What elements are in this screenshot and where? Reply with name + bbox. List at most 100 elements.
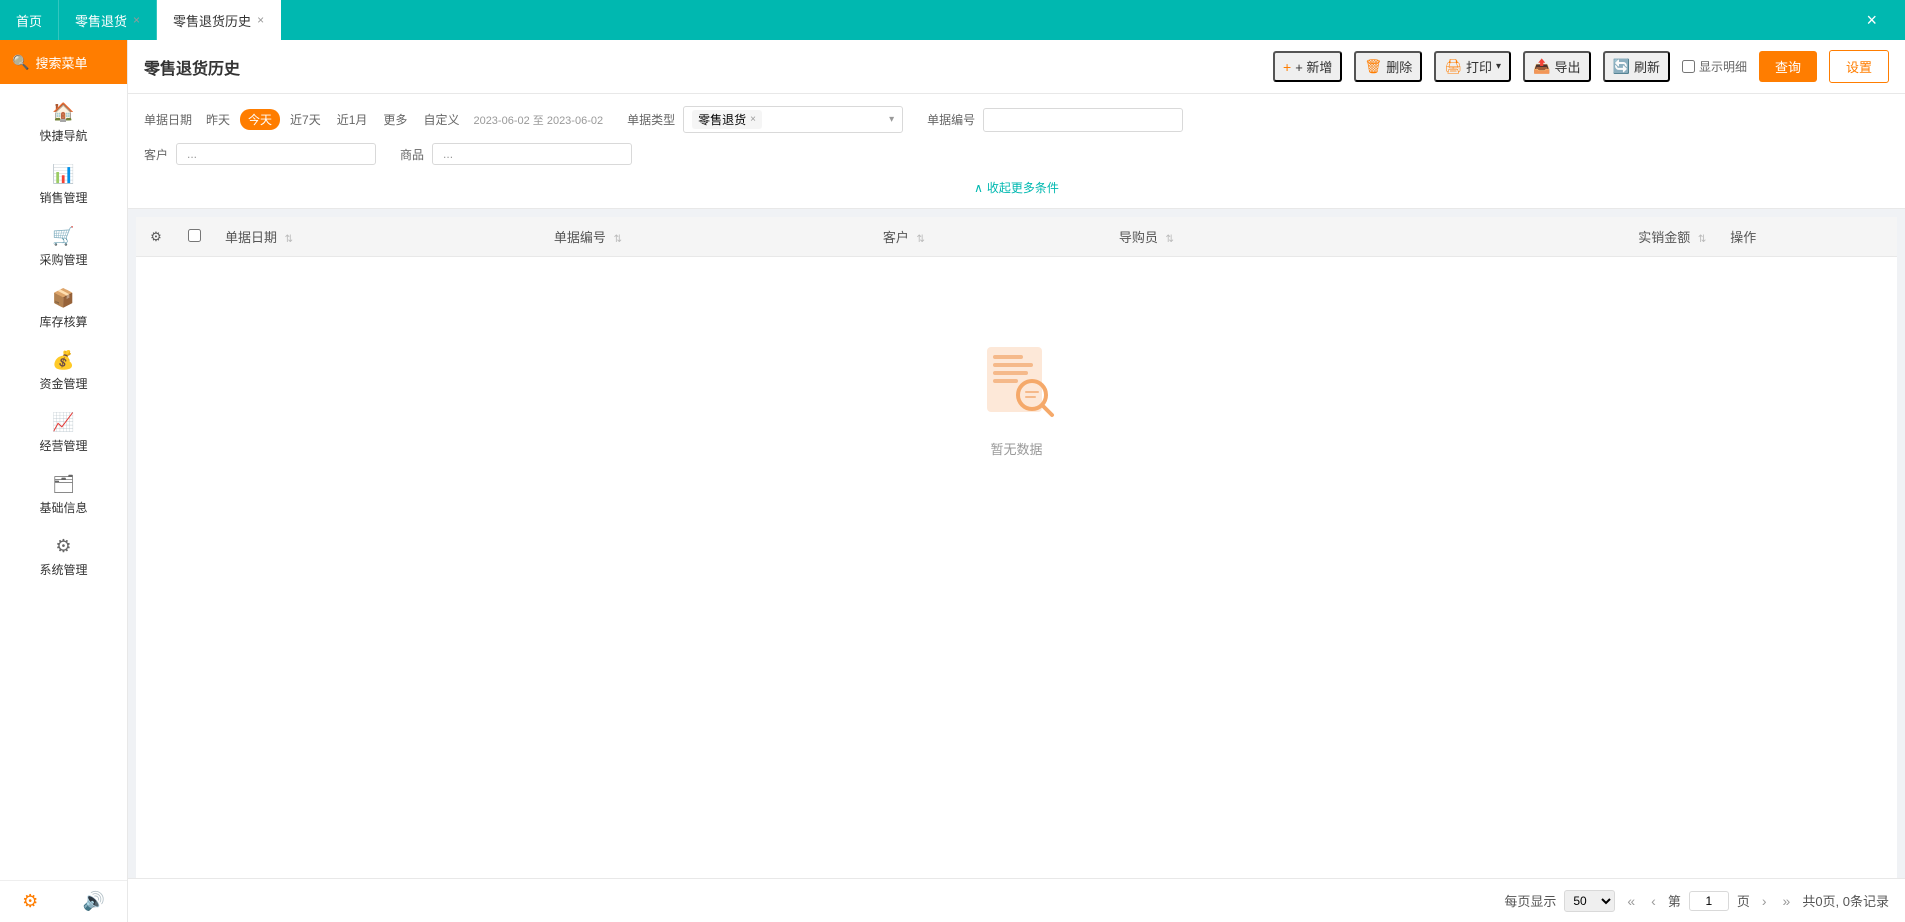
sidebar-bottom: ⚙ 🔊 (0, 880, 127, 922)
sidebar-item-finance-label: 资金管理 (39, 375, 87, 392)
voucher-no-input[interactable] (983, 108, 1183, 132)
col-amount-label: 实销金额 (1638, 230, 1690, 245)
col-customer: 客户 ⇅ (871, 217, 1107, 257)
operations-icon: 📈 (52, 412, 74, 433)
tab-retail-return-history[interactable]: 零售退货历史 × (157, 0, 281, 40)
header-actions: + + 新增 🗑 删除 🖨 打印 ▾ 📤 导出 🔄 (1273, 50, 1889, 83)
filter-voucher-no: 单据编号 (927, 108, 1183, 132)
empty-state: 暂无数据 (136, 257, 1897, 538)
page-nav-next[interactable]: › (1758, 891, 1771, 911)
voucher-type-tag-remove[interactable]: × (750, 114, 756, 125)
customer-select-btn[interactable]: ... (176, 143, 376, 165)
show-detail-label[interactable]: 显示明细 (1682, 58, 1747, 75)
goods-select-btn[interactable]: ... (432, 143, 632, 165)
col-customer-label: 客户 (883, 230, 909, 245)
date-custom[interactable]: 自定义 (417, 109, 465, 130)
main-layout: 🔍 搜索菜单 🏠 快捷导航 📊 销售管理 🛒 采购管理 📦 库存核算 💰 (0, 40, 1905, 922)
sidebar-item-basic-info-label: 基础信息 (39, 499, 87, 516)
col-guide-label: 导购员 (1119, 230, 1158, 245)
inventory-icon: 📦 (52, 288, 74, 309)
filter-customer: 客户 ... (144, 143, 376, 165)
sidebar-item-system-mgmt[interactable]: ⚙ 系统管理 (0, 526, 127, 588)
sidebar-item-inventory[interactable]: 📦 库存核算 (0, 278, 127, 340)
sidebar-items: 🏠 快捷导航 📊 销售管理 🛒 采购管理 📦 库存核算 💰 资金管理 📈 (0, 84, 127, 880)
col-guide-sort[interactable]: ⇅ (1165, 234, 1173, 245)
voucher-type-tag-text: 零售退货 (698, 111, 746, 128)
set-button[interactable]: 设置 (1829, 50, 1889, 83)
col-amount: 实销金额 ⇅ (1389, 217, 1718, 257)
col-customer-sort[interactable]: ⇅ (916, 234, 924, 245)
col-date: 单据日期 ⇅ (213, 217, 542, 257)
filter-row-1: 单据日期 昨天 今天 近7天 近1月 更多 自定义 2023-06-02 至 2… (144, 106, 1889, 133)
page-label: 第 (1668, 891, 1681, 910)
delete-button[interactable]: 🗑 删除 (1354, 51, 1422, 82)
search-menu-label: 搜索菜单 (35, 53, 87, 72)
tab-home-label: 首页 (16, 11, 42, 30)
sidebar-item-purchase-mgmt[interactable]: 🛒 采购管理 (0, 216, 127, 278)
page-nav-last[interactable]: » (1779, 891, 1795, 911)
date-7days[interactable]: 近7天 (284, 109, 327, 130)
export-label: 导出 (1554, 57, 1580, 76)
tab-retail-return[interactable]: 零售退货 × (59, 0, 157, 40)
delete-label: 删除 (1386, 57, 1412, 76)
tab-retail-return-close[interactable]: × (133, 13, 140, 27)
filter-goods: 商品 ... (400, 143, 632, 165)
quick-nav-icon: 🏠 (52, 102, 74, 123)
tab-home[interactable]: 首页 (0, 0, 59, 40)
voucher-type-arrow: ▾ (889, 114, 894, 125)
print-button[interactable]: 🖨 打印 ▾ (1434, 51, 1511, 82)
collapse-row: ∧ 收起更多条件 (144, 175, 1889, 200)
window-close-btn[interactable]: × (1854, 10, 1889, 31)
date-yesterday[interactable]: 昨天 (200, 109, 236, 130)
show-detail-checkbox[interactable] (1682, 60, 1695, 73)
voucher-no-label: 单据编号 (927, 111, 975, 128)
page-nav-first[interactable]: « (1623, 891, 1639, 911)
date-today[interactable]: 今天 (240, 109, 280, 130)
date-1month[interactable]: 近1月 (331, 109, 374, 130)
sidebar-item-sales-mgmt[interactable]: 📊 销售管理 (0, 154, 127, 216)
tab-list: 首页 零售退货 × 零售退货历史 × (0, 0, 1854, 40)
new-icon: + (1283, 59, 1291, 75)
content-area: 零售退货历史 + + 新增 🗑 删除 🖨 打印 ▾ 📤 导出 (128, 40, 1905, 922)
query-button[interactable]: 查询 (1759, 51, 1817, 82)
total-info: 共0页, 0条记录 (1802, 891, 1889, 910)
search-menu[interactable]: 🔍 搜索菜单 (0, 40, 127, 84)
sidebar-item-inventory-label: 库存核算 (39, 313, 87, 330)
col-amount-sort[interactable]: ⇅ (1698, 234, 1706, 245)
voucher-type-label: 单据类型 (627, 111, 675, 128)
voucher-type-tag: 零售退货 × (692, 110, 762, 129)
voucher-type-select[interactable]: 零售退货 × ▾ (683, 106, 903, 133)
date-more[interactable]: 更多 (377, 109, 413, 130)
page-unit: 页 (1737, 891, 1750, 910)
sidebar-audio-btn[interactable]: 🔊 (82, 891, 104, 912)
col-check[interactable] (176, 217, 213, 257)
filter-area: 单据日期 昨天 今天 近7天 近1月 更多 自定义 2023-06-02 至 2… (128, 94, 1905, 209)
sidebar-item-basic-info[interactable]: 🗂 基础信息 (0, 464, 127, 526)
top-bar: 首页 零售退货 × 零售退货历史 × × (0, 0, 1905, 40)
collapse-btn[interactable]: ∧ 收起更多条件 (974, 179, 1059, 196)
collapse-label: 收起更多条件 (987, 179, 1059, 196)
page-input[interactable] (1689, 891, 1729, 911)
col-no-sort[interactable]: ⇅ (614, 234, 622, 245)
data-table: ⚙ 单据日期 ⇅ 单据编号 ⇅ (136, 217, 1897, 538)
refresh-icon: 🔄 (1613, 58, 1630, 75)
sidebar-settings-btn[interactable]: ⚙ (22, 891, 38, 912)
sidebar-item-operations[interactable]: 📈 经营管理 (0, 402, 127, 464)
tab-retail-return-history-close[interactable]: × (257, 13, 264, 27)
export-button[interactable]: 📤 导出 (1523, 51, 1590, 82)
col-settings[interactable]: ⚙ (136, 217, 176, 257)
select-all-checkbox[interactable] (188, 229, 201, 242)
export-icon: 📤 (1533, 58, 1550, 75)
refresh-button[interactable]: 🔄 刷新 (1603, 51, 1670, 82)
filter-voucher-type: 单据类型 零售退货 × ▾ (627, 106, 903, 133)
sidebar-item-quick-nav[interactable]: 🏠 快捷导航 (0, 92, 127, 154)
table-body: 暂无数据 (136, 257, 1897, 539)
per-page-select[interactable]: 10 20 50 100 (1564, 890, 1615, 912)
col-no-label: 单据编号 (554, 230, 606, 245)
col-date-sort[interactable]: ⇅ (285, 234, 293, 245)
table-header-row: ⚙ 单据日期 ⇅ 单据编号 ⇅ (136, 217, 1897, 257)
sidebar-item-finance[interactable]: 💰 资金管理 (0, 340, 127, 402)
new-button[interactable]: + + 新增 (1273, 51, 1342, 82)
date-label: 单据日期 (144, 111, 192, 128)
page-nav-prev[interactable]: ‹ (1647, 891, 1660, 911)
